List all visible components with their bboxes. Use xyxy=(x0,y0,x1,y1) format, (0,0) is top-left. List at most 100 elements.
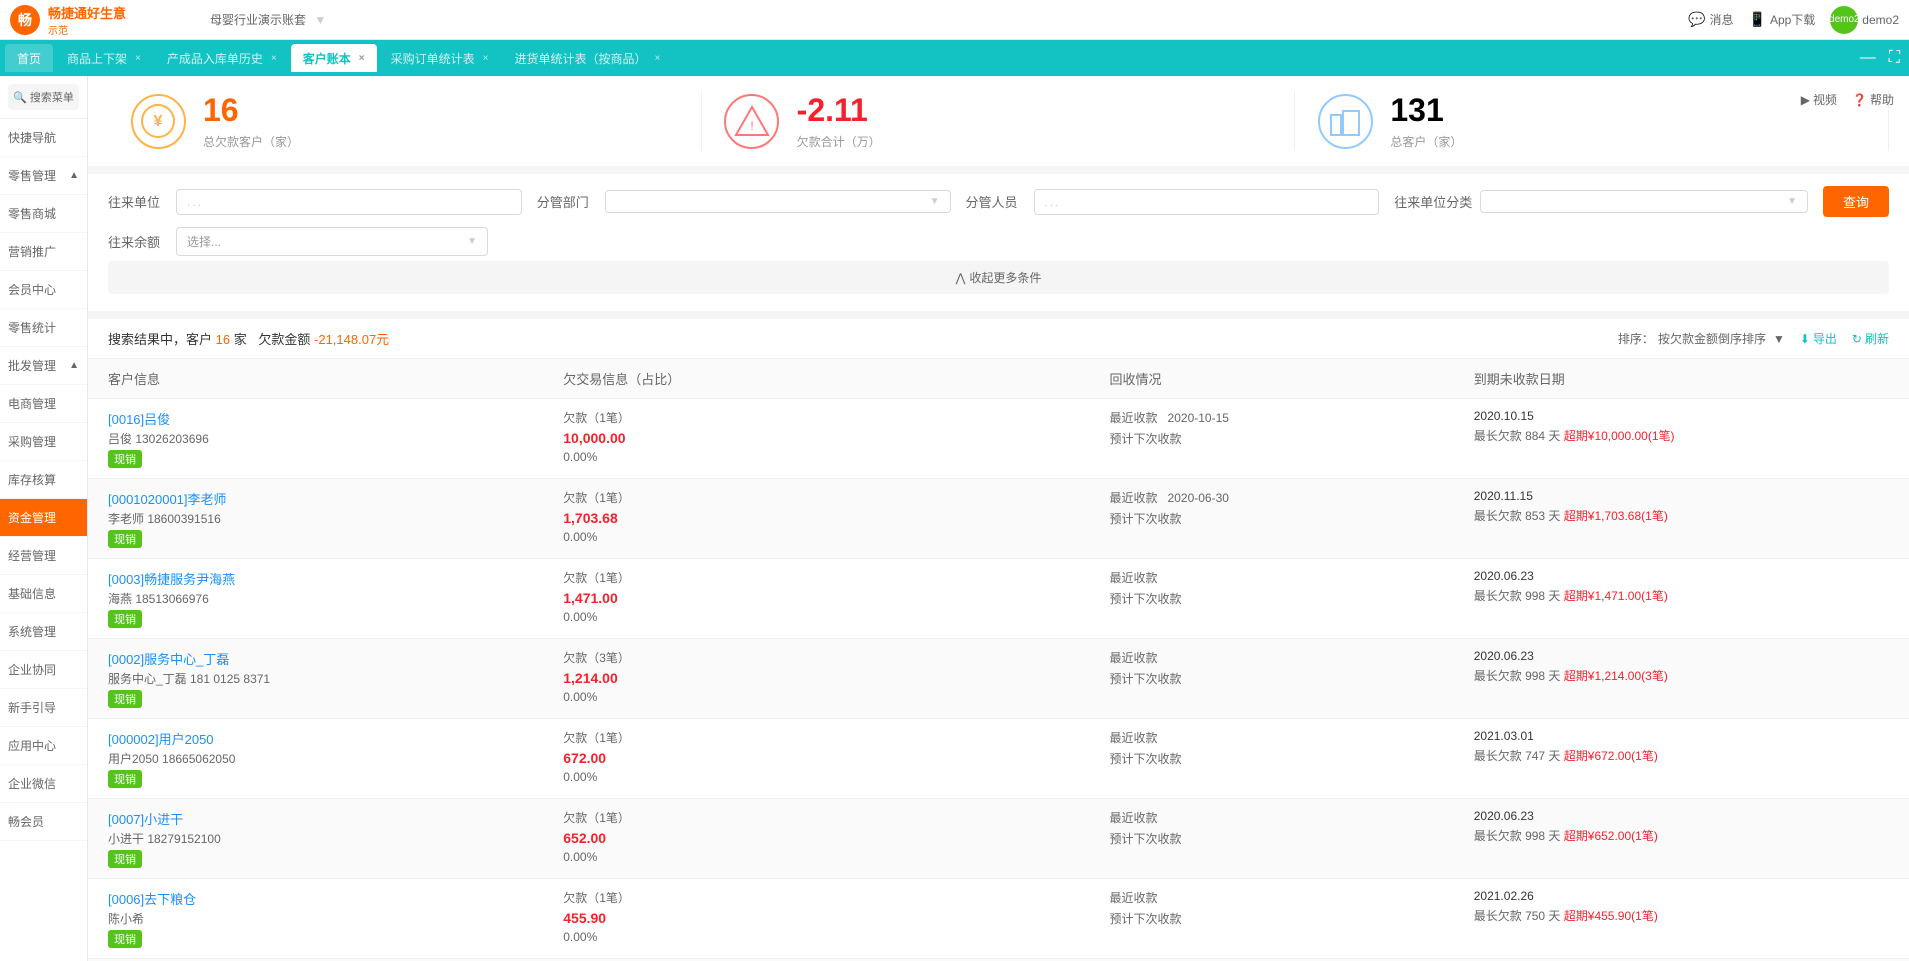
sidebar-item-member-center[interactable]: 会员中心 xyxy=(0,271,87,309)
overdue-date-value: 2020.11.15 xyxy=(1474,489,1889,503)
overdue-date-value: 2021.03.01 xyxy=(1474,729,1889,743)
search-menu-btn[interactable]: 🔍 搜索菜单 xyxy=(8,84,79,110)
overdue-amount-link[interactable]: 超期¥1,471.00(1笔) xyxy=(1564,589,1668,603)
tab-production-history[interactable]: 产成品入库单历史 × xyxy=(155,44,289,72)
tab-customer-account[interactable]: 客户账本 × xyxy=(291,44,377,72)
sort-select[interactable]: 排序： 按欠款金额倒序排序 ▼ xyxy=(1618,330,1785,347)
overdue-amount-link[interactable]: 超期¥672.00(1笔) xyxy=(1564,749,1658,763)
debt-amount[interactable]: 455.90 xyxy=(563,910,1069,926)
sidebar-item-retail-mgmt[interactable]: 零售管理 ▲ xyxy=(0,157,87,195)
next-pay: 预计下次收款 xyxy=(1110,750,1434,767)
person-input[interactable]: ... xyxy=(1034,189,1380,215)
customer-name-link[interactable]: [0016]吕俊 xyxy=(108,409,523,428)
sidebar-item-purchase[interactable]: 采购管理 xyxy=(0,423,87,461)
sidebar-item-wechat[interactable]: 企业微信 xyxy=(0,765,87,803)
query-button[interactable]: 查询 xyxy=(1823,186,1889,217)
company-select[interactable]: 母婴行业演示账套 ▼ xyxy=(210,11,1688,28)
sidebar-item-quick-nav[interactable]: 快捷导航 xyxy=(0,119,87,157)
logo-icon: 畅 xyxy=(10,5,40,35)
cell-customer-info: [0003]畅捷服务尹海燕 海燕 18513066976 现销 xyxy=(88,559,543,639)
tab-close-production-history[interactable]: × xyxy=(271,53,277,64)
filter-unit-category: 往来单位分类 ▼ xyxy=(1394,190,1808,213)
help-icon: ❓ xyxy=(1852,93,1867,107)
sidebar-item-marketing[interactable]: 营销推广 xyxy=(0,233,87,271)
tab-close-customer-account[interactable]: × xyxy=(359,53,365,64)
tab-close-purchase-stats[interactable]: × xyxy=(654,53,660,64)
results-area: 搜索结果中，客户 16 家 欠款金额 -21,148.07元 排序： 按欠款金额… xyxy=(88,319,1909,961)
sidebar-item-enterprise[interactable]: 企业协同 xyxy=(0,651,87,689)
export-btn[interactable]: ⬇ 导出 xyxy=(1800,330,1837,347)
unit-category-select[interactable]: ▼ xyxy=(1480,190,1808,213)
sidebar-item-ecommerce[interactable]: 电商管理 xyxy=(0,385,87,423)
video-btn[interactable]: ▶ 视频 xyxy=(1801,91,1837,108)
customer-name-link[interactable]: [0002]服务中心_丁磊 xyxy=(108,649,523,668)
overdue-days: 最长欠款 853 天 超期¥1,703.68(1笔) xyxy=(1474,507,1889,524)
customer-name-link[interactable]: [0001020001]李老师 xyxy=(108,489,523,508)
tab-purchase-stats[interactable]: 进货单统计表（按商品） × xyxy=(502,44,672,72)
filter-row-1: 往来单位 ... 分管部门 ▼ 分管人员 . xyxy=(108,186,1889,217)
export-icon: ⬇ xyxy=(1800,332,1810,346)
sidebar-item-retail-stats[interactable]: 零售统计 xyxy=(0,309,87,347)
overdue-amount-link[interactable]: 超期¥455.90(1笔) xyxy=(1564,909,1658,923)
sidebar-item-sys-mgmt[interactable]: 系统管理 xyxy=(0,613,87,651)
overdue-amount-link[interactable]: 超期¥1,703.68(1笔) xyxy=(1564,509,1668,523)
logo-subtitle: 示范 xyxy=(48,22,126,37)
debt-amount[interactable]: 672.00 xyxy=(563,750,1069,766)
help-btn[interactable]: ❓ 帮助 xyxy=(1852,91,1894,108)
debt-count: 欠款（1笔） xyxy=(563,569,1069,586)
app-download-btn[interactable]: 📱 App下载 xyxy=(1749,11,1816,28)
next-pay: 预计下次收款 xyxy=(1110,430,1434,447)
source-unit-input[interactable]: ... xyxy=(176,189,522,215)
sidebar-item-app-center[interactable]: 应用中心 xyxy=(0,727,87,765)
debt-percent: 0.00% xyxy=(563,610,1069,624)
user-avatar[interactable]: demo2 demo2 xyxy=(1830,6,1899,34)
overdue-days: 最长欠款 884 天 超期¥10,000.00(1笔) xyxy=(1474,427,1889,444)
overdue-days: 最长欠款 747 天 超期¥672.00(1笔) xyxy=(1474,747,1889,764)
results-header: 搜索结果中，客户 16 家 欠款金额 -21,148.07元 排序： 按欠款金额… xyxy=(88,319,1909,359)
sidebar-item-operations[interactable]: 经营管理 xyxy=(0,537,87,575)
sidebar-item-vip[interactable]: 畅会员 xyxy=(0,803,87,841)
tab-close-purchase-order[interactable]: × xyxy=(483,53,489,64)
tab-minimize-btn[interactable]: — xyxy=(1856,47,1880,69)
dept-select[interactable]: ▼ xyxy=(605,190,951,213)
sidebar-item-retail-mall[interactable]: 零售商城 xyxy=(0,195,87,233)
overdue-amount-link[interactable]: 超期¥652.00(1笔) xyxy=(1564,829,1658,843)
tab-product-offline[interactable]: 商品上下架 × xyxy=(55,44,153,72)
debt-amount[interactable]: 1,471.00 xyxy=(563,590,1069,606)
customer-name-link[interactable]: [0003]畅捷服务尹海燕 xyxy=(108,569,523,588)
collapse-filter-btn[interactable]: ⋀ 收起更多条件 xyxy=(108,261,1889,294)
overdue-days: 最长欠款 998 天 超期¥652.00(1笔) xyxy=(1474,827,1889,844)
sidebar-item-inventory[interactable]: 库存核算 xyxy=(0,461,87,499)
tab-home[interactable]: 首页 xyxy=(5,44,53,72)
sidebar-item-base-info[interactable]: 基础信息 xyxy=(0,575,87,613)
sidebar-item-finance[interactable]: 资金管理 xyxy=(0,499,87,537)
customer-name-link[interactable]: [000002]用户2050 xyxy=(108,729,523,748)
debt-count: 欠款（1笔） xyxy=(563,809,1069,826)
tab-close-product-offline[interactable]: × xyxy=(135,53,141,64)
debt-amount[interactable]: 652.00 xyxy=(563,830,1069,846)
tab-maximize-btn[interactable]: ⛶ xyxy=(1885,47,1904,69)
overdue-amount-link[interactable]: 超期¥1,214.00(3笔) xyxy=(1564,669,1668,683)
debt-amount[interactable]: 1,703.68 xyxy=(563,510,1069,526)
sidebar-item-batch-mgmt[interactable]: 批发管理 ▲ xyxy=(0,347,87,385)
customer-phone: 陈小希 xyxy=(108,910,523,927)
debt-amount[interactable]: 1,214.00 xyxy=(563,670,1069,686)
balance-select[interactable]: 选择... ▼ xyxy=(176,227,488,256)
recent-pay: 最近收款 xyxy=(1110,569,1434,586)
table-row: [0006]去下粮仓 陈小希 现销 欠款（1笔） 455.90 0.00% 最近… xyxy=(88,879,1909,959)
tab-purchase-order[interactable]: 采购订单统计表 × xyxy=(379,44,501,72)
message-btn[interactable]: 💬 消息 xyxy=(1688,11,1733,28)
chevron-down-sort-icon: ▼ xyxy=(1773,332,1785,346)
refresh-btn[interactable]: ↻ 刷新 xyxy=(1852,330,1889,347)
debt-percent: 0.00% xyxy=(563,530,1069,544)
debt-amount[interactable]: 10,000.00 xyxy=(563,430,1069,446)
customer-name-link[interactable]: [0006]去下粮仓 xyxy=(108,889,523,908)
overdue-amount-link[interactable]: 超期¥10,000.00(1笔) xyxy=(1564,429,1675,443)
stat-icon-debt-customers: ¥ xyxy=(128,91,188,151)
cell-customer-info: [0006]去下粮仓 陈小希 现销 xyxy=(88,879,543,959)
recent-pay: 最近收款 2020-06-30 xyxy=(1110,489,1434,506)
customer-name-link[interactable]: [0007]小进干 xyxy=(108,809,523,828)
debt-icon: ¥ xyxy=(131,94,186,149)
sidebar-item-guide[interactable]: 新手引导 xyxy=(0,689,87,727)
top-actions: 💬 消息 📱 App下载 demo2 demo2 xyxy=(1688,6,1899,34)
